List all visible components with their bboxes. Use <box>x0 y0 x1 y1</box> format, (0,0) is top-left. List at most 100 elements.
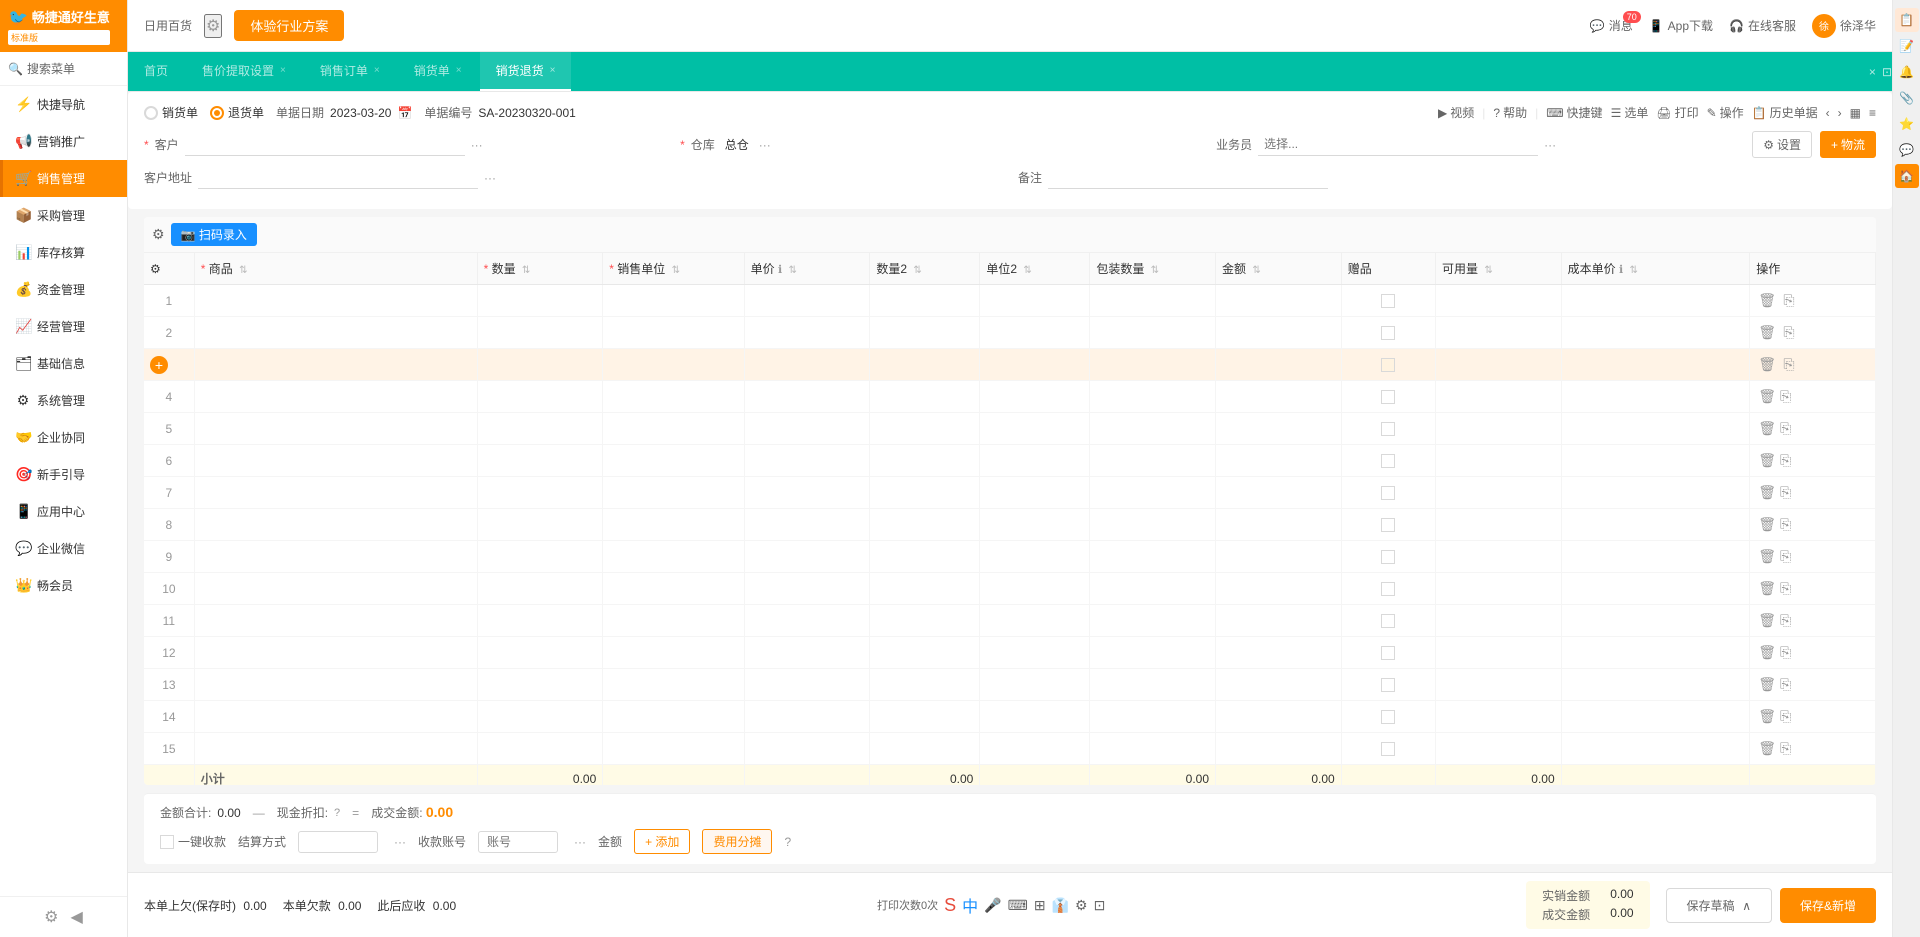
copy-row-btn[interactable]: ⎘ <box>1778 610 1793 631</box>
message-btn[interactable]: 💬 消息 70 <box>1590 17 1633 34</box>
td-pack-3[interactable] <box>1090 349 1216 381</box>
copy-row-btn[interactable]: ⎘ <box>1778 706 1793 727</box>
td-qty-3[interactable] <box>477 349 603 381</box>
sidebar-item-purchase[interactable]: 📦 采购管理 <box>0 197 127 234</box>
delete-row-btn[interactable]: 🗑 <box>1756 578 1778 599</box>
delete-row-1-btn[interactable]: 🗑 <box>1756 290 1778 311</box>
one-click-checkbox[interactable] <box>160 835 174 849</box>
try-solution-button[interactable]: 体验行业方案 <box>234 10 344 41</box>
delete-row-btn[interactable]: 🗑 <box>1756 482 1778 503</box>
account-input[interactable] <box>478 831 558 853</box>
settlement-input[interactable] <box>298 831 378 853</box>
settings-btn[interactable]: ⚙ 设置 <box>1752 131 1812 158</box>
tab-sales-return-close[interactable]: × <box>550 65 556 76</box>
sidebar-item-operations[interactable]: 📈 经营管理 <box>0 308 127 345</box>
delete-row-btn[interactable]: 🗑 <box>1756 450 1778 471</box>
td-available-1[interactable] <box>1435 285 1561 317</box>
sidebar-item-newbie[interactable]: 🎯 新手引导 <box>0 456 127 493</box>
shortcut-action[interactable]: ⌨ 快捷键 <box>1546 104 1602 121</box>
remark-input[interactable] <box>1048 166 1328 189</box>
td-unit2-1[interactable] <box>980 285 1090 317</box>
delete-row-btn[interactable]: 🗑 <box>1756 610 1778 631</box>
salesperson-input[interactable] <box>1258 133 1538 156</box>
copy-row-1-btn[interactable]: ⎘ <box>1781 290 1796 311</box>
save-draft-btn[interactable]: 保存草稿 ∧ <box>1666 888 1772 923</box>
sidebar-item-basics[interactable]: 🗂 基础信息 <box>0 345 127 382</box>
td-pack-2[interactable] <box>1090 317 1216 349</box>
tab-restore-icon[interactable]: ⊡ <box>1882 65 1892 79</box>
copy-row-btn[interactable]: ⎘ <box>1778 386 1793 407</box>
sidebar-item-quick-nav[interactable]: ⚡ 快捷导航 <box>0 86 127 123</box>
td-cost-1[interactable] <box>1561 285 1750 317</box>
td-qty2-1[interactable] <box>870 285 980 317</box>
delete-row-btn[interactable]: 🗑 <box>1756 642 1778 663</box>
td-unit2-3[interactable] <box>980 349 1090 381</box>
copy-row-btn[interactable]: ⎘ <box>1778 546 1793 567</box>
copy-row-btn[interactable]: ⎘ <box>1778 482 1793 503</box>
one-click-pay-checkbox[interactable]: 一键收款 <box>160 833 226 850</box>
sidebar-item-wechat[interactable]: 💬 企业微信 <box>0 530 127 567</box>
select-action[interactable]: ☰ 选单 <box>1611 104 1649 121</box>
td-price-3[interactable] <box>744 349 870 381</box>
add-row-btn[interactable]: + <box>150 356 168 374</box>
header-settings-icon[interactable]: ⚙ <box>204 14 222 38</box>
add-payment-btn[interactable]: + 添加 <box>634 829 690 854</box>
delete-row-btn[interactable]: 🗑 <box>1756 514 1778 535</box>
radio-delivery[interactable]: 销货单 <box>144 104 198 121</box>
customer-input[interactable] <box>185 133 465 156</box>
user-profile-btn[interactable]: 徐 徐泽华 <box>1812 14 1876 38</box>
app-download-btn[interactable]: 📱 App下载 <box>1649 17 1713 34</box>
customer-dots[interactable]: ··· <box>471 138 483 152</box>
copy-row-btn[interactable]: ⎘ <box>1778 514 1793 535</box>
right-panel-btn-3[interactable]: 🔔 <box>1895 60 1919 84</box>
print-action[interactable]: 🖨 打印 <box>1656 104 1698 121</box>
td-cost-3[interactable] <box>1561 349 1750 381</box>
delete-row-btn[interactable]: 🗑 <box>1756 674 1778 695</box>
right-panel-btn-2[interactable]: 📝 <box>1895 34 1919 58</box>
logistics-btn[interactable]: + 物流 <box>1820 131 1876 158</box>
td-gift-3[interactable] <box>1341 349 1435 381</box>
right-panel-btn-6[interactable]: 💬 <box>1895 138 1919 162</box>
tab-sales-order[interactable]: 销售订单 × <box>304 52 396 91</box>
td-goods-2[interactable] <box>194 317 477 349</box>
salesperson-dots[interactable]: ··· <box>1544 138 1556 152</box>
gift-checkbox-2[interactable] <box>1381 326 1395 340</box>
td-qty-2[interactable] <box>477 317 603 349</box>
goods-input-1[interactable] <box>201 294 471 308</box>
tab-sales-delivery-close[interactable]: × <box>456 65 462 76</box>
td-goods-1[interactable] <box>194 285 477 317</box>
history-action[interactable]: 📋 历史单据 <box>1752 104 1818 121</box>
tab-sales-price-close[interactable]: × <box>280 65 286 76</box>
delete-row-3-btn[interactable]: 🗑 <box>1756 354 1778 375</box>
gift-checkbox-3[interactable] <box>1381 358 1395 372</box>
account-dots[interactable]: ··· <box>574 835 586 849</box>
calendar-icon[interactable]: 📅 <box>397 106 412 120</box>
sidebar-collapse-icon[interactable]: ◀ <box>71 907 83 927</box>
table-settings-icon[interactable]: ⚙ <box>152 226 165 243</box>
operate-action[interactable]: ✎ 操作 <box>1707 104 1744 121</box>
view-mode2-btn[interactable]: ≡ <box>1869 106 1876 120</box>
td-sales-unit-1[interactable] <box>603 285 744 317</box>
radio-return[interactable]: 退货单 <box>210 104 264 121</box>
td-amount-1[interactable] <box>1216 285 1342 317</box>
add-row-cell[interactable]: + <box>144 349 194 381</box>
td-sales-unit-2[interactable] <box>603 317 744 349</box>
copy-row-2-btn[interactable]: ⎘ <box>1781 322 1796 343</box>
tab-sales-price[interactable]: 售价提取设置 × <box>186 52 302 91</box>
barcode-scan-btn[interactable]: 📷 扫码录入 <box>171 223 257 246</box>
delete-row-btn[interactable]: 🗑 <box>1756 386 1778 407</box>
sidebar-item-marketing[interactable]: 📢 营销推广 <box>0 123 127 160</box>
copy-row-3-btn[interactable]: ⎘ <box>1781 354 1796 375</box>
td-gift-1[interactable] <box>1341 285 1435 317</box>
td-available-3[interactable] <box>1435 349 1561 381</box>
tab-sales-order-close[interactable]: × <box>374 65 380 76</box>
tab-home[interactable]: 首页 <box>128 52 184 91</box>
tab-sales-return[interactable]: 销货退货 × <box>480 52 572 91</box>
sidebar-item-system[interactable]: ⚙ 系统管理 <box>0 382 127 419</box>
prev-btn[interactable]: ‹ <box>1826 106 1830 120</box>
td-qty-1[interactable] <box>477 285 603 317</box>
copy-row-btn[interactable]: ⎘ <box>1778 642 1793 663</box>
goods-input-3[interactable] <box>201 358 471 372</box>
sidebar-item-finance[interactable]: 💰 资金管理 <box>0 271 127 308</box>
sidebar-item-inventory[interactable]: 📊 库存核算 <box>0 234 127 271</box>
